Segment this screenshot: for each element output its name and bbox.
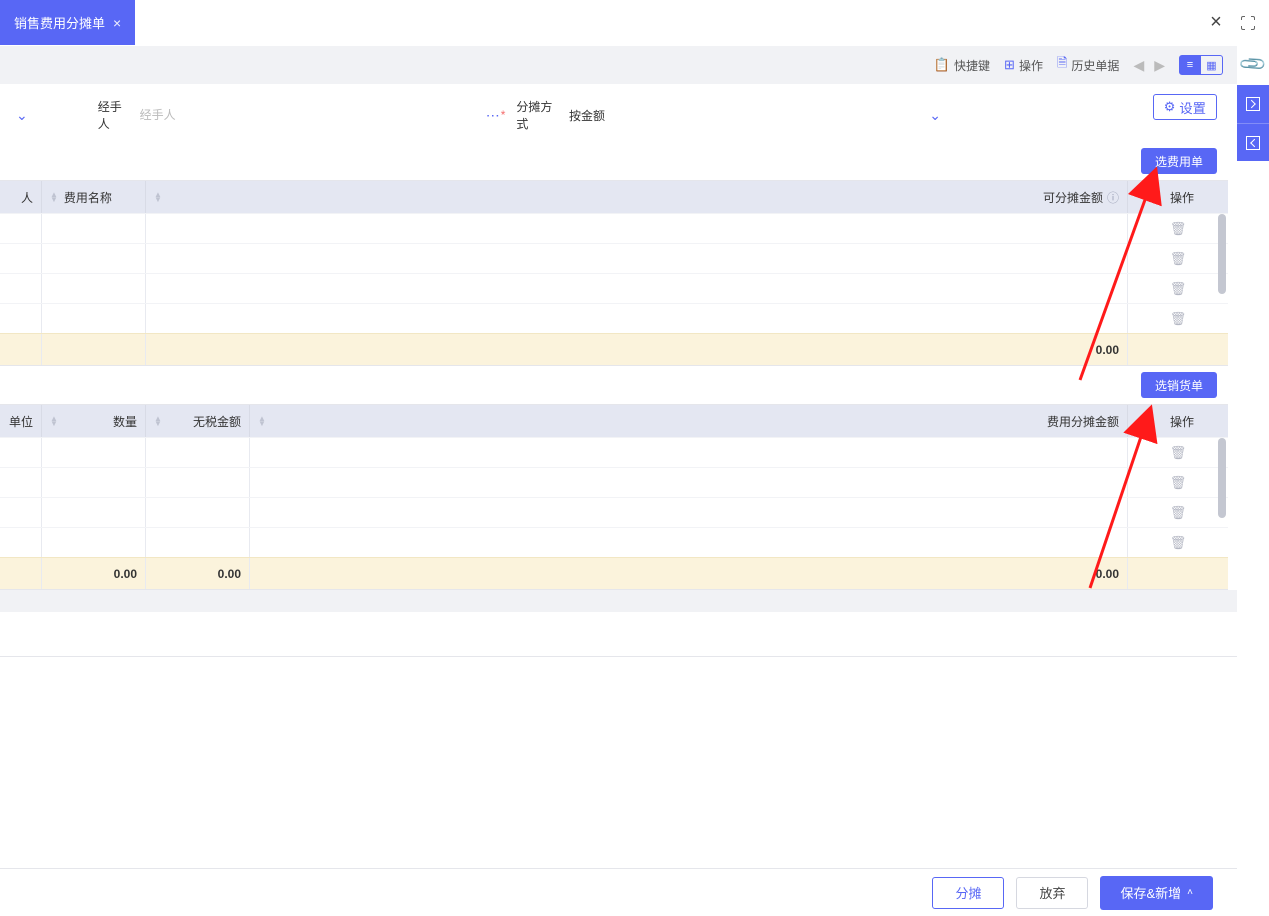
scrollbar[interactable] [1218,214,1226,331]
grey-band [0,590,1237,612]
sort-icon[interactable]: ▲▼ [50,192,58,202]
view-list-button[interactable]: ≡ [1179,55,1201,75]
trash-icon[interactable]: 🗑 [1170,251,1187,267]
handler-input[interactable] [140,108,478,122]
grid-icon: ⊞ [1004,57,1015,73]
table-row: 🗑 [0,497,1228,527]
ops-label: 操作 [1019,57,1043,74]
chevron-up-icon: ˄ [1187,887,1193,898]
expense-section: 选费用单 人 ▲▼ 费用名称 ▲▼ 可分摊金额 ⓘ 操作 � [0,142,1237,366]
sort-icon[interactable]: ▲▼ [154,416,162,426]
select-expense-button[interactable]: 选费用单 [1141,148,1217,174]
trash-icon[interactable]: 🗑 [1170,445,1187,461]
trash-icon[interactable]: 🗑 [1170,475,1187,491]
history-link[interactable]: 🗎 历史单据 [1057,54,1119,76]
form-row: ⌄ 经手人 ⋯ * 分摊方式 按金额 ⌄ ⚙ 设置 [0,84,1237,142]
col-unit[interactable]: 单位 [0,405,42,437]
method-field: * 分摊方式 按金额 ⌄ [501,98,941,132]
table-row: 🗑 [0,273,1228,303]
sum-notax: 0.00 [146,558,250,589]
discard-button[interactable]: 放弃 [1016,877,1088,909]
tab-title: 销售费用分摊单 [14,13,105,32]
trash-icon[interactable]: 🗑 [1170,535,1187,551]
nav-prev-icon[interactable]: ◀ [1133,57,1144,74]
doc-icon: 🗎 [1057,54,1067,76]
sum-qty: 0.00 [42,558,146,589]
expense-sum-value: 0.00 [146,334,1128,365]
sum-alloc: 0.00 [250,558,1128,589]
view-card-button[interactable]: ▦ [1201,55,1223,75]
col-alloc[interactable]: ▲▼ 费用分摊金额 [250,405,1128,437]
view-toggle: ≡ ▦ [1179,55,1223,75]
toolbar: 📋 快捷键 ⊞ 操作 🗎 历史单据 ◀ ▶ ≡ ▦ [0,46,1237,84]
handler-field: 经手人 ⋯ [98,98,501,132]
handler-more-icon[interactable]: ⋯ [486,107,501,124]
trash-icon[interactable]: 🗑 [1170,311,1187,327]
trash-icon[interactable]: 🗑 [1170,221,1187,237]
fullscreen-icon[interactable] [1239,14,1257,32]
gear-icon: ⚙ [1164,99,1176,115]
sales-header: 单位 ▲▼ 数量 ▲▼ 无税金额 ▲▼ 费用分摊金额 操作 [0,405,1228,437]
table-row: 🗑 [0,467,1228,497]
shortcut-link[interactable]: 📋 快捷键 [934,57,990,74]
settings-button[interactable]: ⚙ 设置 [1153,94,1217,120]
sort-icon[interactable]: ▲▼ [154,192,162,202]
select-sales-button[interactable]: 选销货单 [1141,372,1217,398]
table-row: 🗑 [0,527,1228,557]
shortcut-label: 快捷键 [954,57,990,74]
required-asterisk: * [501,108,506,122]
sales-grid: 单位 ▲▼ 数量 ▲▼ 无税金额 ▲▼ 费用分摊金额 操作 [0,404,1228,590]
nav-group: ◀ ▶ [1133,57,1165,74]
tab-active[interactable]: 销售费用分摊单 × [0,0,135,45]
table-row: 🗑 [0,213,1228,243]
expense-grid: 人 ▲▼ 费用名称 ▲▼ 可分摊金额 ⓘ 操作 🗑 [0,180,1228,366]
ops-link[interactable]: ⊞ 操作 [1004,57,1043,74]
main-area: 📋 快捷键 ⊞ 操作 🗎 历史单据 ◀ ▶ ≡ ▦ ⌄ 经手人 ⋯ * [0,46,1237,817]
expense-sum-row: 0.00 [0,333,1228,365]
sales-sum-row: 0.00 0.00 0.00 [0,557,1228,589]
bottom-area [0,656,1237,817]
save-new-button[interactable]: 保存&新增 ˄ [1100,876,1213,910]
col-op: 操作 [1128,181,1228,213]
nav-next-icon[interactable]: ▶ [1154,57,1165,74]
expand-in-icon[interactable] [1237,123,1269,161]
close-icon[interactable]: × [1207,14,1225,32]
method-caret-icon[interactable]: ⌄ [929,107,941,124]
history-label: 历史单据 [1071,57,1119,74]
table-row: 🗑 [0,243,1228,273]
tab-close-icon[interactable]: × [113,15,121,31]
trash-icon[interactable]: 🗑 [1170,505,1187,521]
tab-bar: 销售费用分摊单 × × [0,0,1269,46]
trash-icon[interactable]: 🗑 [1170,281,1187,297]
allocate-button[interactable]: 分摊 [932,877,1004,909]
expense-header: 人 ▲▼ 费用名称 ▲▼ 可分摊金额 ⓘ 操作 [0,181,1228,213]
tabbar-right: × [1207,0,1269,45]
sort-icon[interactable]: ▲▼ [258,416,266,426]
settings-label: 设置 [1179,98,1206,117]
footer: 分摊 放弃 保存&新增 ˄ [0,868,1237,916]
col-expense-name[interactable]: ▲▼ 费用名称 [42,181,146,213]
table-row: 🗑 [0,303,1228,333]
method-value[interactable]: 按金额 [569,107,921,124]
col-notax[interactable]: ▲▼ 无税金额 [146,405,250,437]
sort-icon[interactable]: ▲▼ [50,416,58,426]
sales-section: 选销货单 单位 ▲▼ 数量 ▲▼ 无税金额 ▲▼ 费用分摊金额 操作 [0,366,1237,590]
table-row: 🗑 [0,437,1228,467]
col-amount[interactable]: ▲▼ 可分摊金额 ⓘ [146,181,1128,213]
save-new-label: 保存&新增 [1120,883,1181,902]
info-icon[interactable]: ⓘ [1107,189,1119,206]
method-label: 分摊方式 [516,98,561,132]
col-qty[interactable]: ▲▼ 数量 [42,405,146,437]
handler-label: 经手人 [98,98,132,132]
attachment-icon[interactable]: 📎 [1238,49,1269,80]
col-op: 操作 [1128,405,1228,437]
clipboard-icon: 📋 [934,57,950,73]
collapse-caret-icon[interactable]: ⌄ [16,107,28,124]
expand-out-icon[interactable] [1237,85,1269,123]
right-rail: 📎 [1237,46,1269,161]
scrollbar[interactable] [1218,438,1226,555]
col-truncated[interactable]: 人 [0,181,42,213]
